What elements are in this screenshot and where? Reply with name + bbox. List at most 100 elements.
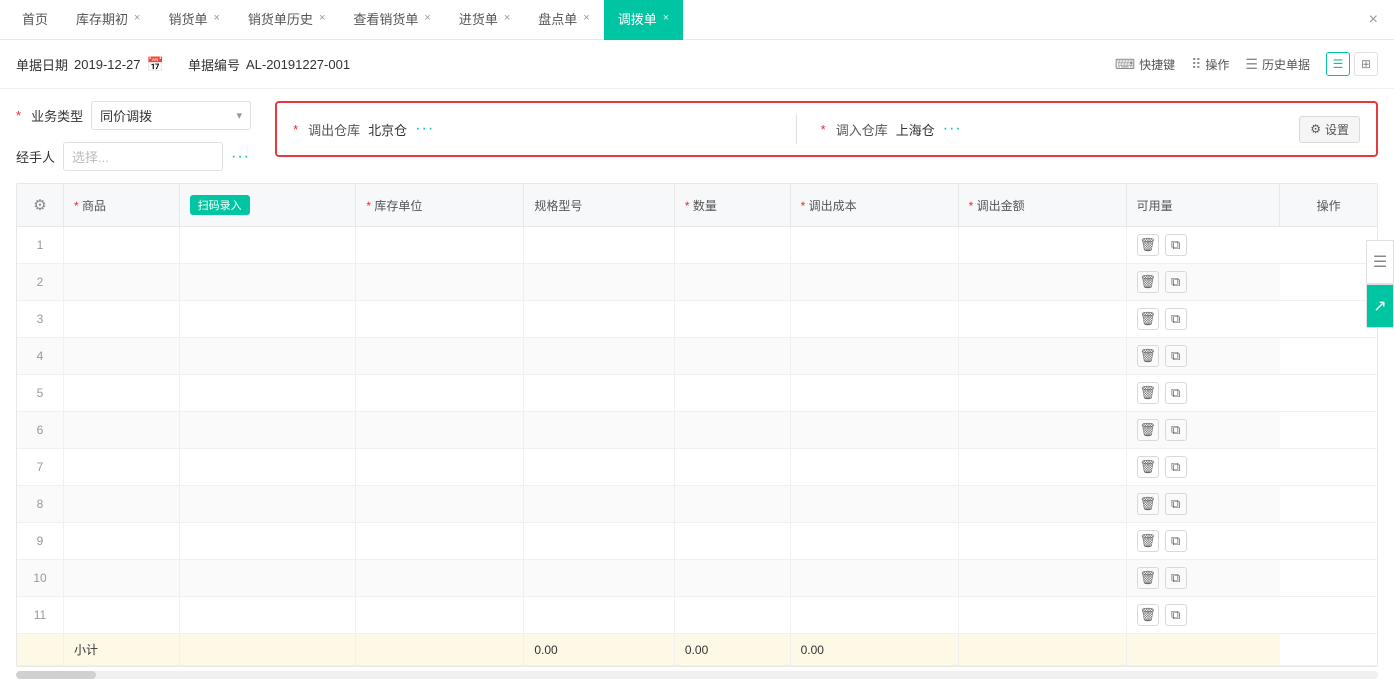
- tab-view-sales[interactable]: 查看销货单 ×: [339, 0, 444, 40]
- tab-view-sales-close[interactable]: ×: [424, 13, 430, 24]
- cell-cost[interactable]: [674, 523, 790, 560]
- cell-unit[interactable]: [179, 449, 356, 486]
- cell-amount[interactable]: [790, 412, 958, 449]
- tab-inventory-init-close[interactable]: ×: [134, 13, 140, 24]
- cell-product[interactable]: [64, 375, 180, 412]
- cell-amount[interactable]: [790, 597, 958, 634]
- cell-unit[interactable]: [179, 338, 356, 375]
- cell-cost[interactable]: [674, 486, 790, 523]
- float-list-btn[interactable]: ☰: [1366, 240, 1394, 284]
- cell-quantity[interactable]: [524, 338, 675, 375]
- cell-product[interactable]: [64, 264, 180, 301]
- copy-icon[interactable]: ⧉: [1165, 493, 1187, 515]
- history-action[interactable]: ☰ 历史单据: [1245, 56, 1310, 73]
- delete-icon[interactable]: 🗑: [1137, 308, 1159, 330]
- cell-product[interactable]: [64, 412, 180, 449]
- delete-icon[interactable]: 🗑: [1137, 345, 1159, 367]
- delete-icon[interactable]: 🗑: [1137, 271, 1159, 293]
- cell-cost[interactable]: [674, 597, 790, 634]
- cell-spec[interactable]: [356, 264, 524, 301]
- cell-amount[interactable]: [790, 449, 958, 486]
- cell-quantity[interactable]: [524, 523, 675, 560]
- copy-icon[interactable]: ⧉: [1165, 530, 1187, 552]
- handler-more-icon[interactable]: ···: [231, 148, 250, 166]
- tab-transfer-close[interactable]: ×: [663, 13, 669, 24]
- tab-sales-history[interactable]: 销货单历史 ×: [234, 0, 339, 40]
- cell-spec[interactable]: [356, 227, 524, 264]
- delete-icon[interactable]: 🗑: [1137, 604, 1159, 626]
- cell-quantity[interactable]: [524, 227, 675, 264]
- cell-spec[interactable]: [356, 338, 524, 375]
- cell-available[interactable]: [958, 412, 1126, 449]
- cell-product[interactable]: [64, 486, 180, 523]
- float-expand-btn[interactable]: ↗: [1366, 284, 1394, 328]
- cell-available[interactable]: [958, 523, 1126, 560]
- quick-key-action[interactable]: ⌨ 快捷键: [1115, 56, 1175, 73]
- calendar-icon[interactable]: 📅: [147, 56, 164, 73]
- cell-unit[interactable]: [179, 597, 356, 634]
- cell-amount[interactable]: [790, 264, 958, 301]
- cell-product[interactable]: [64, 523, 180, 560]
- cell-spec[interactable]: [356, 486, 524, 523]
- cell-available[interactable]: [958, 449, 1126, 486]
- copy-icon[interactable]: ⧉: [1165, 234, 1187, 256]
- cell-available[interactable]: [958, 560, 1126, 597]
- delete-icon[interactable]: 🗑: [1137, 456, 1159, 478]
- scrollbar-thumb[interactable]: [16, 671, 96, 679]
- copy-icon[interactable]: ⧉: [1165, 308, 1187, 330]
- cell-unit[interactable]: [179, 523, 356, 560]
- delete-icon[interactable]: 🗑: [1137, 567, 1159, 589]
- cell-cost[interactable]: [674, 227, 790, 264]
- layout-icon-list[interactable]: ☰: [1326, 52, 1350, 76]
- cell-cost[interactable]: [674, 412, 790, 449]
- cell-quantity[interactable]: [524, 597, 675, 634]
- cell-spec[interactable]: [356, 523, 524, 560]
- warehouse-out-more-icon[interactable]: ···: [415, 120, 434, 138]
- scan-button[interactable]: 扫码录入: [190, 195, 250, 215]
- tab-inventory-init[interactable]: 库存期初 ×: [62, 0, 154, 40]
- cell-cost[interactable]: [674, 375, 790, 412]
- cell-available[interactable]: [958, 301, 1126, 338]
- copy-icon[interactable]: ⧉: [1165, 271, 1187, 293]
- cell-cost[interactable]: [674, 338, 790, 375]
- tab-sales-history-close[interactable]: ×: [319, 13, 325, 24]
- cell-quantity[interactable]: [524, 375, 675, 412]
- cell-unit[interactable]: [179, 486, 356, 523]
- tab-inventory-check[interactable]: 盘点单 ×: [524, 0, 603, 40]
- cell-spec[interactable]: [356, 301, 524, 338]
- cell-cost[interactable]: [674, 449, 790, 486]
- cell-quantity[interactable]: [524, 412, 675, 449]
- delete-icon[interactable]: 🗑: [1137, 493, 1159, 515]
- delete-icon[interactable]: 🗑: [1137, 530, 1159, 552]
- cell-unit[interactable]: [179, 227, 356, 264]
- tab-purchase[interactable]: 进货单 ×: [445, 0, 524, 40]
- cell-unit[interactable]: [179, 301, 356, 338]
- layout-icon-grid[interactable]: ⊞: [1354, 52, 1378, 76]
- cell-available[interactable]: [958, 375, 1126, 412]
- tab-inventory-check-close[interactable]: ×: [583, 13, 589, 24]
- copy-icon[interactable]: ⧉: [1165, 419, 1187, 441]
- cell-quantity[interactable]: [524, 264, 675, 301]
- cell-product[interactable]: [64, 338, 180, 375]
- cell-unit[interactable]: [179, 375, 356, 412]
- operation-action[interactable]: ⠿ 操作: [1191, 56, 1229, 73]
- cell-amount[interactable]: [790, 301, 958, 338]
- cell-spec[interactable]: [356, 449, 524, 486]
- column-settings-icon[interactable]: ⚙: [27, 192, 53, 218]
- tab-sales-order-close[interactable]: ×: [213, 13, 219, 24]
- copy-icon[interactable]: ⧉: [1165, 567, 1187, 589]
- cell-quantity[interactable]: [524, 486, 675, 523]
- copy-icon[interactable]: ⧉: [1165, 345, 1187, 367]
- business-type-select[interactable]: 同价调拨 ▾: [91, 101, 251, 130]
- cell-product[interactable]: [64, 449, 180, 486]
- copy-icon[interactable]: ⧉: [1165, 456, 1187, 478]
- tab-transfer[interactable]: 调拨单 ×: [604, 0, 683, 40]
- delete-icon[interactable]: 🗑: [1137, 382, 1159, 404]
- cell-spec[interactable]: [356, 412, 524, 449]
- cell-available[interactable]: [958, 486, 1126, 523]
- tab-purchase-close[interactable]: ×: [504, 13, 510, 24]
- warehouse-in-more-icon[interactable]: ···: [943, 120, 962, 138]
- cell-amount[interactable]: [790, 375, 958, 412]
- copy-icon[interactable]: ⧉: [1165, 382, 1187, 404]
- cell-cost[interactable]: [674, 264, 790, 301]
